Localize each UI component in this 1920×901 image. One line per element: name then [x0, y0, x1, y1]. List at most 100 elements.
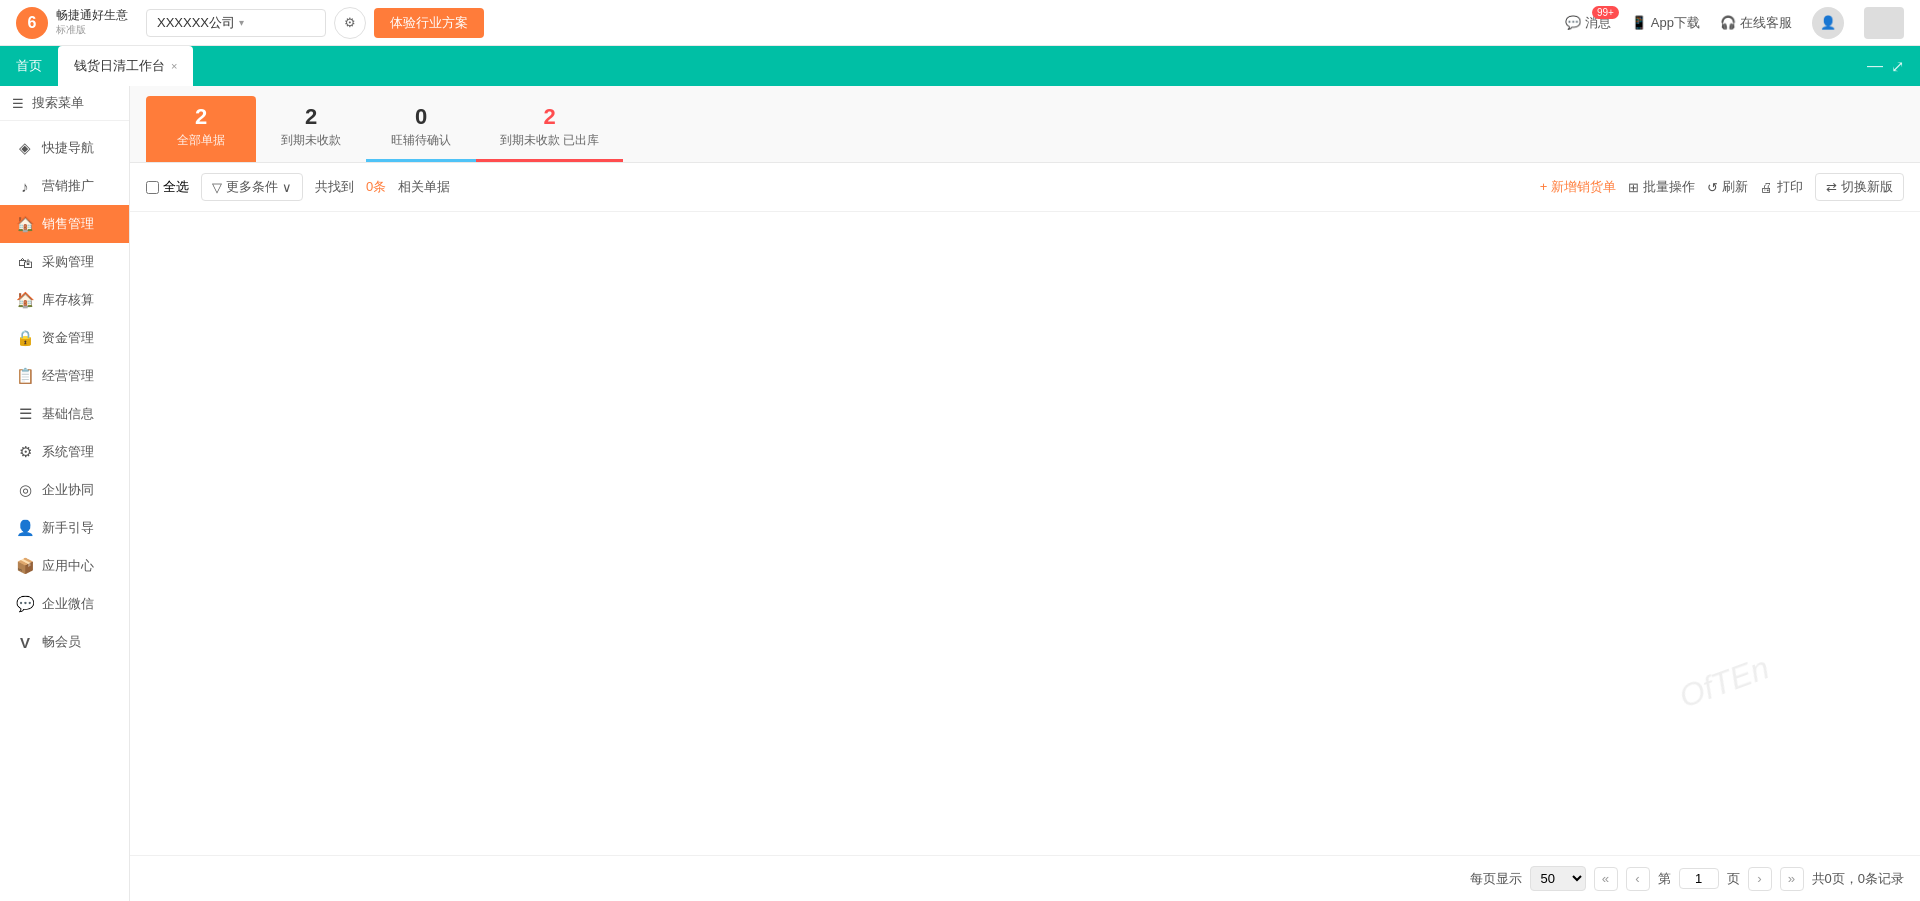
stat-tab-all[interactable]: 2 全部单据 — [146, 96, 256, 162]
stat-tab-overdue-out[interactable]: 2 到期未收款 已出库 — [476, 96, 623, 162]
sidebar: ☰ 搜索菜单 ◈ 快捷导航 ♪ 营销推广 🏠 销售管理 🛍 采购管理 — [0, 86, 130, 901]
batch-btn[interactable]: ⊞ 批量操作 — [1628, 178, 1695, 196]
app-download-item[interactable]: 📱 App下载 — [1631, 14, 1700, 32]
stat-tab-pending[interactable]: 0 旺辅待确认 — [366, 96, 476, 162]
search-label: 搜索菜单 — [32, 94, 84, 112]
message-item[interactable]: 💬 消息 99+ — [1565, 14, 1611, 32]
sales-label: 销售管理 — [42, 215, 94, 233]
user-name-area[interactable] — [1864, 7, 1904, 39]
app-center-icon: 📦 — [16, 557, 34, 575]
guide-icon: 👤 — [16, 519, 34, 537]
page-input[interactable] — [1679, 868, 1719, 889]
tab-controls: — ⤢ — [1867, 57, 1920, 76]
stat-overdue-out-count: 2 — [544, 104, 556, 130]
company-selector[interactable]: XXXXXX公司 ▾ — [146, 9, 326, 37]
user-avatar[interactable]: 👤 — [1812, 7, 1844, 39]
found-suffix: 相关单据 — [398, 178, 450, 196]
pagination-bar: 每页显示 50 20 100 « ‹ 第 页 › » 共0页，0条记录 — [130, 855, 1920, 901]
first-page-btn[interactable]: « — [1594, 867, 1618, 891]
select-all-checkbox[interactable]: 全选 — [146, 178, 189, 196]
stat-overdue-count: 2 — [305, 104, 317, 130]
found-prefix: 共找到 — [315, 178, 354, 196]
tab-home[interactable]: 首页 — [0, 46, 58, 86]
main-layout: ☰ 搜索菜单 ◈ 快捷导航 ♪ 营销推广 🏠 销售管理 🛍 采购管理 — [0, 86, 1920, 901]
switch-version-btn[interactable]: ⇄ 切换新版 — [1815, 173, 1904, 201]
sidebar-item-operations[interactable]: 📋 经营管理 — [0, 357, 129, 395]
toolbar-left: 全选 ▽ 更多条件 ∨ 共找到 0条 相关单据 — [146, 173, 1528, 201]
tab-maximize-btn[interactable]: ⤢ — [1891, 57, 1904, 76]
sidebar-item-quick-nav[interactable]: ◈ 快捷导航 — [0, 129, 129, 167]
add-sale-btn[interactable]: + 新增销货单 — [1540, 178, 1616, 196]
per-page-label: 每页显示 — [1470, 870, 1522, 888]
main-content: 2 全部单据 2 到期未收款 0 旺辅待确认 2 到期未收款 已出库 — [130, 86, 1920, 901]
tab-bar: 首页 钱货日清工作台 × — ⤢ — [0, 46, 1920, 86]
sidebar-item-basic-info[interactable]: ☰ 基础信息 — [0, 395, 129, 433]
total-label: 共0页，0条记录 — [1812, 870, 1904, 888]
company-name: XXXXXX公司 — [157, 14, 235, 32]
content-area: 2 全部单据 2 到期未收款 0 旺辅待确认 2 到期未收款 已出库 — [130, 86, 1920, 901]
system-label: 系统管理 — [42, 443, 94, 461]
sales-icon: 🏠 — [16, 215, 34, 233]
member-label: 畅会员 — [42, 633, 81, 651]
enterprise-label: 企业协同 — [42, 481, 94, 499]
sidebar-item-inventory[interactable]: 🏠 库存核算 — [0, 281, 129, 319]
switch-icon: ⇄ — [1826, 180, 1837, 195]
stats-tabs: 2 全部单据 2 到期未收款 0 旺辅待确认 2 到期未收款 已出库 — [130, 86, 1920, 163]
print-btn[interactable]: 🖨 打印 — [1760, 178, 1803, 196]
inventory-icon: 🏠 — [16, 291, 34, 309]
prev-page-btn[interactable]: ‹ — [1626, 867, 1650, 891]
tab-cash-daily[interactable]: 钱货日清工作台 × — [58, 46, 193, 86]
system-icon: ⚙ — [16, 443, 34, 461]
next-page-btn[interactable]: › — [1748, 867, 1772, 891]
toolbar: 全选 ▽ 更多条件 ∨ 共找到 0条 相关单据 + 新增销货单 — [130, 163, 1920, 212]
settings-button[interactable]: ⚙ — [334, 7, 366, 39]
tab-minimize-btn[interactable]: — — [1867, 57, 1883, 76]
checkbox-input[interactable] — [146, 181, 159, 194]
sidebar-item-member[interactable]: V 畅会员 — [0, 623, 129, 661]
filter-button[interactable]: ▽ 更多条件 ∨ — [201, 173, 303, 201]
sidebar-item-sales[interactable]: 🏠 销售管理 — [0, 205, 129, 243]
search-icon: ☰ — [12, 96, 24, 111]
last-page-btn[interactable]: » — [1780, 867, 1804, 891]
sidebar-item-capital[interactable]: 🔒 资金管理 — [0, 319, 129, 357]
inventory-label: 库存核算 — [42, 291, 94, 309]
wechat-label: 企业微信 — [42, 595, 94, 613]
sidebar-item-system[interactable]: ⚙ 系统管理 — [0, 433, 129, 471]
page-size-select[interactable]: 50 20 100 — [1530, 866, 1586, 891]
logo-area: 6 畅捷通好生意 标准版 — [16, 7, 146, 39]
sidebar-search[interactable]: ☰ 搜索菜单 — [0, 86, 129, 121]
message-badge: 99+ — [1592, 6, 1619, 19]
switch-label: 切换新版 — [1841, 178, 1893, 196]
filter-label: 更多条件 — [226, 178, 278, 196]
operations-label: 经营管理 — [42, 367, 94, 385]
top-header: 6 畅捷通好生意 标准版 XXXXXX公司 ▾ ⚙ 体验行业方案 💬 消息 99… — [0, 0, 1920, 46]
refresh-btn[interactable]: ↺ 刷新 — [1707, 178, 1748, 196]
sidebar-item-purchase[interactable]: 🛍 采购管理 — [0, 243, 129, 281]
quick-nav-icon: ◈ — [16, 139, 34, 157]
enterprise-icon: ◎ — [16, 481, 34, 499]
sidebar-item-wechat[interactable]: 💬 企业微信 — [0, 585, 129, 623]
filter-icon: ▽ — [212, 180, 222, 195]
toolbar-right: + 新增销货单 ⊞ 批量操作 ↺ 刷新 🖨 打印 — [1540, 173, 1904, 201]
sidebar-item-enterprise[interactable]: ◎ 企业协同 — [0, 471, 129, 509]
guide-label: 新手引导 — [42, 519, 94, 537]
online-service-item[interactable]: 🎧 在线客服 — [1720, 14, 1792, 32]
header-right: 💬 消息 99+ 📱 App下载 🎧 在线客服 👤 — [1565, 7, 1904, 39]
sidebar-item-guide[interactable]: 👤 新手引导 — [0, 509, 129, 547]
experience-btn[interactable]: 体验行业方案 — [374, 8, 484, 38]
quick-nav-label: 快捷导航 — [42, 139, 94, 157]
message-icon: 💬 — [1565, 15, 1581, 30]
tab-close-icon[interactable]: × — [171, 60, 177, 72]
sidebar-item-marketing[interactable]: ♪ 营销推广 — [0, 167, 129, 205]
purchase-icon: 🛍 — [16, 254, 34, 271]
online-service-label: 在线客服 — [1740, 14, 1792, 32]
avatar-icon: 👤 — [1820, 15, 1836, 30]
sidebar-menu: ◈ 快捷导航 ♪ 营销推广 🏠 销售管理 🛍 采购管理 🏠 库存核算 — [0, 121, 129, 669]
wechat-icon: 💬 — [16, 595, 34, 613]
refresh-label: 刷新 — [1722, 178, 1748, 196]
stat-all-label: 全部单据 — [177, 132, 225, 149]
sidebar-item-app-center[interactable]: 📦 应用中心 — [0, 547, 129, 585]
logo-text-area: 畅捷通好生意 标准版 — [56, 8, 128, 38]
batch-icon: ⊞ — [1628, 180, 1639, 195]
stat-tab-overdue[interactable]: 2 到期未收款 — [256, 96, 366, 162]
